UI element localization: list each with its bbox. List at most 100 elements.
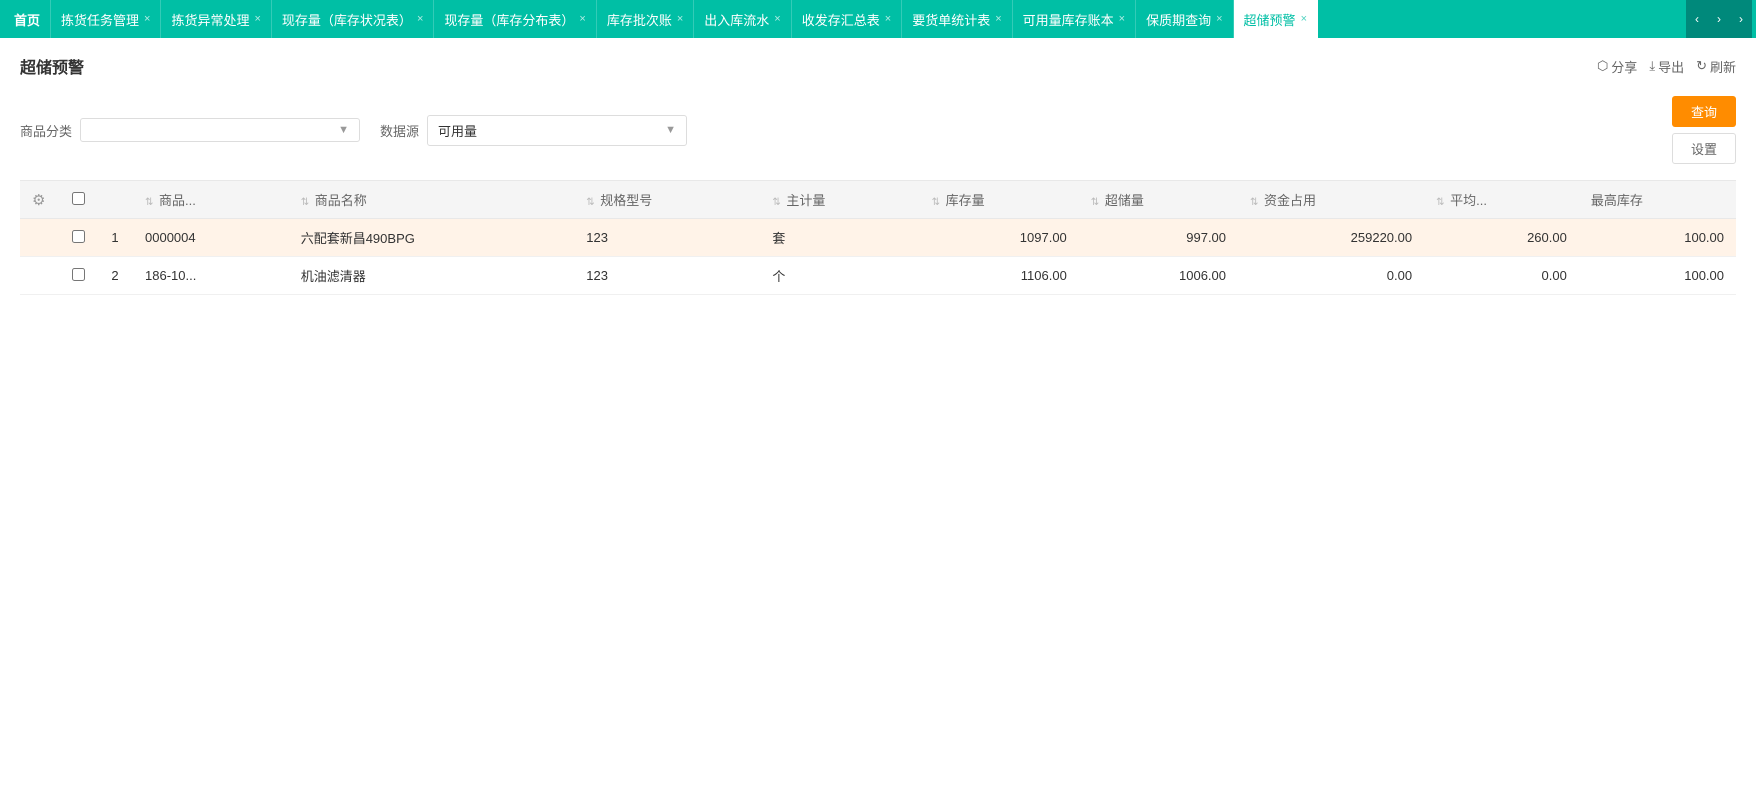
nav-task-mgmt[interactable]: 拣货任务管理 × [51,0,161,38]
row-checkbox-0[interactable] [60,219,97,257]
avg-1: 0.00 [1424,257,1579,295]
table-row: 2 186-10... 机油滤清器 123 个 1106.00 1006.00 … [20,257,1736,295]
overstock-qty-column-header[interactable]: ⇅ 超储量 [1079,181,1238,219]
sort-icon: ⇅ [586,197,594,208]
row-checkbox-1[interactable] [60,257,97,295]
refresh-icon: ↻ [1696,58,1707,74]
capital-occ-column-header[interactable]: ⇅ 资金占用 [1238,181,1424,219]
close-tab-overstock-alert[interactable]: × [1301,13,1307,25]
stock-qty-0: 1097.00 [920,219,1079,257]
close-tab-usable-stock[interactable]: × [1119,13,1125,25]
close-tab-collection[interactable]: × [885,13,891,25]
gear-icon: ⚙ [32,192,45,209]
product-code-0: 0000004 [133,219,289,257]
nav-abnormal[interactable]: 拣货异常处理 × [161,0,271,38]
select-all-checkbox[interactable] [72,192,85,205]
settings-column-header[interactable]: ⚙ [20,181,60,219]
nav-arrows: ‹ › › [1686,0,1752,38]
datasource-filter: 数据源 可用量 ▼ [380,115,687,146]
nav-quality-check[interactable]: 保质期查询 × [1136,0,1233,38]
page-header: 超储预警 ⬡ 分享 ⤓ 导出 ↻ 刷新 [20,54,1736,78]
spec-1: 123 [574,257,760,295]
capital-occ-0: 259220.00 [1238,219,1424,257]
close-tab-inout-flow[interactable]: × [774,13,780,25]
close-tab-abnormal[interactable]: × [254,13,260,25]
row-settings-1[interactable] [20,257,60,295]
share-icon: ⬡ [1597,58,1608,74]
close-tab-quality-check[interactable]: × [1216,13,1222,25]
unit-column-header[interactable]: ⇅ 主计量 [760,181,919,219]
product-code-column-header[interactable]: ⇅ 商品... [133,181,289,219]
avg-0: 260.00 [1424,219,1579,257]
nav-collection[interactable]: 收发存汇总表 × [792,0,902,38]
avg-column-header[interactable]: ⇅ 平均... [1424,181,1579,219]
max-stock-0: 100.00 [1579,219,1736,257]
unit-1: 个 [760,257,919,295]
checkbox-column-header[interactable] [60,181,97,219]
row-num-0: 1 [97,219,133,257]
sort-icon: ⇅ [772,197,780,208]
max-stock-column-header: 最高库存 [1579,181,1736,219]
nav-next-button[interactable]: › [1708,0,1730,38]
header-actions: ⬡ 分享 ⤓ 导出 ↻ 刷新 [1597,57,1736,76]
category-filter: 商品分类 ▼ [20,118,360,142]
overstock-qty-1: 1006.00 [1079,257,1238,295]
nav-inout-flow[interactable]: 出入库流水 × [694,0,791,38]
nav-more-button[interactable]: › [1730,0,1752,38]
max-stock-1: 100.00 [1579,257,1736,295]
spec-column-header[interactable]: ⇅ 规格型号 [574,181,760,219]
close-tab-stock-dist[interactable]: × [579,13,585,25]
top-navigation: 首页 拣货任务管理 × 拣货异常处理 × 现存量（库存状况表） × 现存量（库存… [0,0,1756,38]
table-row: 1 0000004 六配套新昌490BPG 123 套 1097.00 997.… [20,219,1736,257]
nav-usable-stock[interactable]: 可用量库存账本 × [1013,0,1136,38]
export-icon: ⤓ [1649,58,1655,74]
export-button[interactable]: ⤓ 导出 [1649,57,1684,76]
filter-bar: 商品分类 ▼ 数据源 可用量 ▼ 查询 设置 [20,96,1736,164]
share-button[interactable]: ⬡ 分享 [1597,57,1637,76]
rownum-column-header [97,181,133,219]
nav-prev-button[interactable]: ‹ [1686,0,1708,38]
sort-icon: ⇅ [1436,197,1444,208]
row-settings-0[interactable] [20,219,60,257]
query-button[interactable]: 查询 [1672,96,1736,127]
product-name-0: 六配套新昌490BPG [289,219,575,257]
stock-qty-column-header[interactable]: ⇅ 库存量 [920,181,1079,219]
spec-0: 123 [574,219,760,257]
page-title: 超储预警 [20,54,1597,78]
overstock-qty-0: 997.00 [1079,219,1238,257]
close-tab-task-mgmt[interactable]: × [144,13,150,25]
product-name-column-header[interactable]: ⇅ 商品名称 [289,181,575,219]
sort-icon: ⇅ [932,197,940,208]
sort-icon: ⇅ [301,197,309,208]
refresh-button[interactable]: ↻ 刷新 [1696,57,1736,76]
datasource-chevron-icon: ▼ [665,124,676,136]
row-select-checkbox-0[interactable] [72,230,85,243]
datasource-select[interactable]: 可用量 ▼ [427,115,687,146]
nav-overstock-alert[interactable]: 超储预警 × [1234,0,1318,38]
category-label: 商品分类 [20,121,72,140]
nav-stock-dist[interactable]: 现存量（库存分布表） × [434,0,596,38]
set-button[interactable]: 设置 [1672,133,1736,164]
row-select-checkbox-1[interactable] [72,268,85,281]
close-tab-order-stat[interactable]: × [995,13,1001,25]
nav-order-stat[interactable]: 要货单统计表 × [902,0,1012,38]
nav-stock-status[interactable]: 现存量（库存状况表） × [272,0,434,38]
nav-batch[interactable]: 库存批次账 × [597,0,694,38]
category-select[interactable]: ▼ [80,118,360,142]
page-content: 超储预警 ⬡ 分享 ⤓ 导出 ↻ 刷新 商品分类 ▼ 数据源 [0,38,1756,800]
unit-0: 套 [760,219,919,257]
nav-home[interactable]: 首页 [4,0,51,38]
category-chevron-icon: ▼ [338,124,349,136]
filter-buttons: 查询 设置 [1672,96,1736,164]
datasource-select-value: 可用量 [438,121,477,140]
table-header-row: ⚙ ⇅ 商品... ⇅ 商品名称 ⇅ 规格型号 [20,181,1736,219]
close-tab-stock-status[interactable]: × [417,13,423,25]
product-code-1: 186-10... [133,257,289,295]
sort-icon: ⇅ [145,197,153,208]
row-num-1: 2 [97,257,133,295]
datasource-label: 数据源 [380,121,419,140]
close-tab-batch[interactable]: × [677,13,683,25]
data-table: ⚙ ⇅ 商品... ⇅ 商品名称 ⇅ 规格型号 [20,180,1736,295]
capital-occ-1: 0.00 [1238,257,1424,295]
product-name-1: 机油滤清器 [289,257,575,295]
